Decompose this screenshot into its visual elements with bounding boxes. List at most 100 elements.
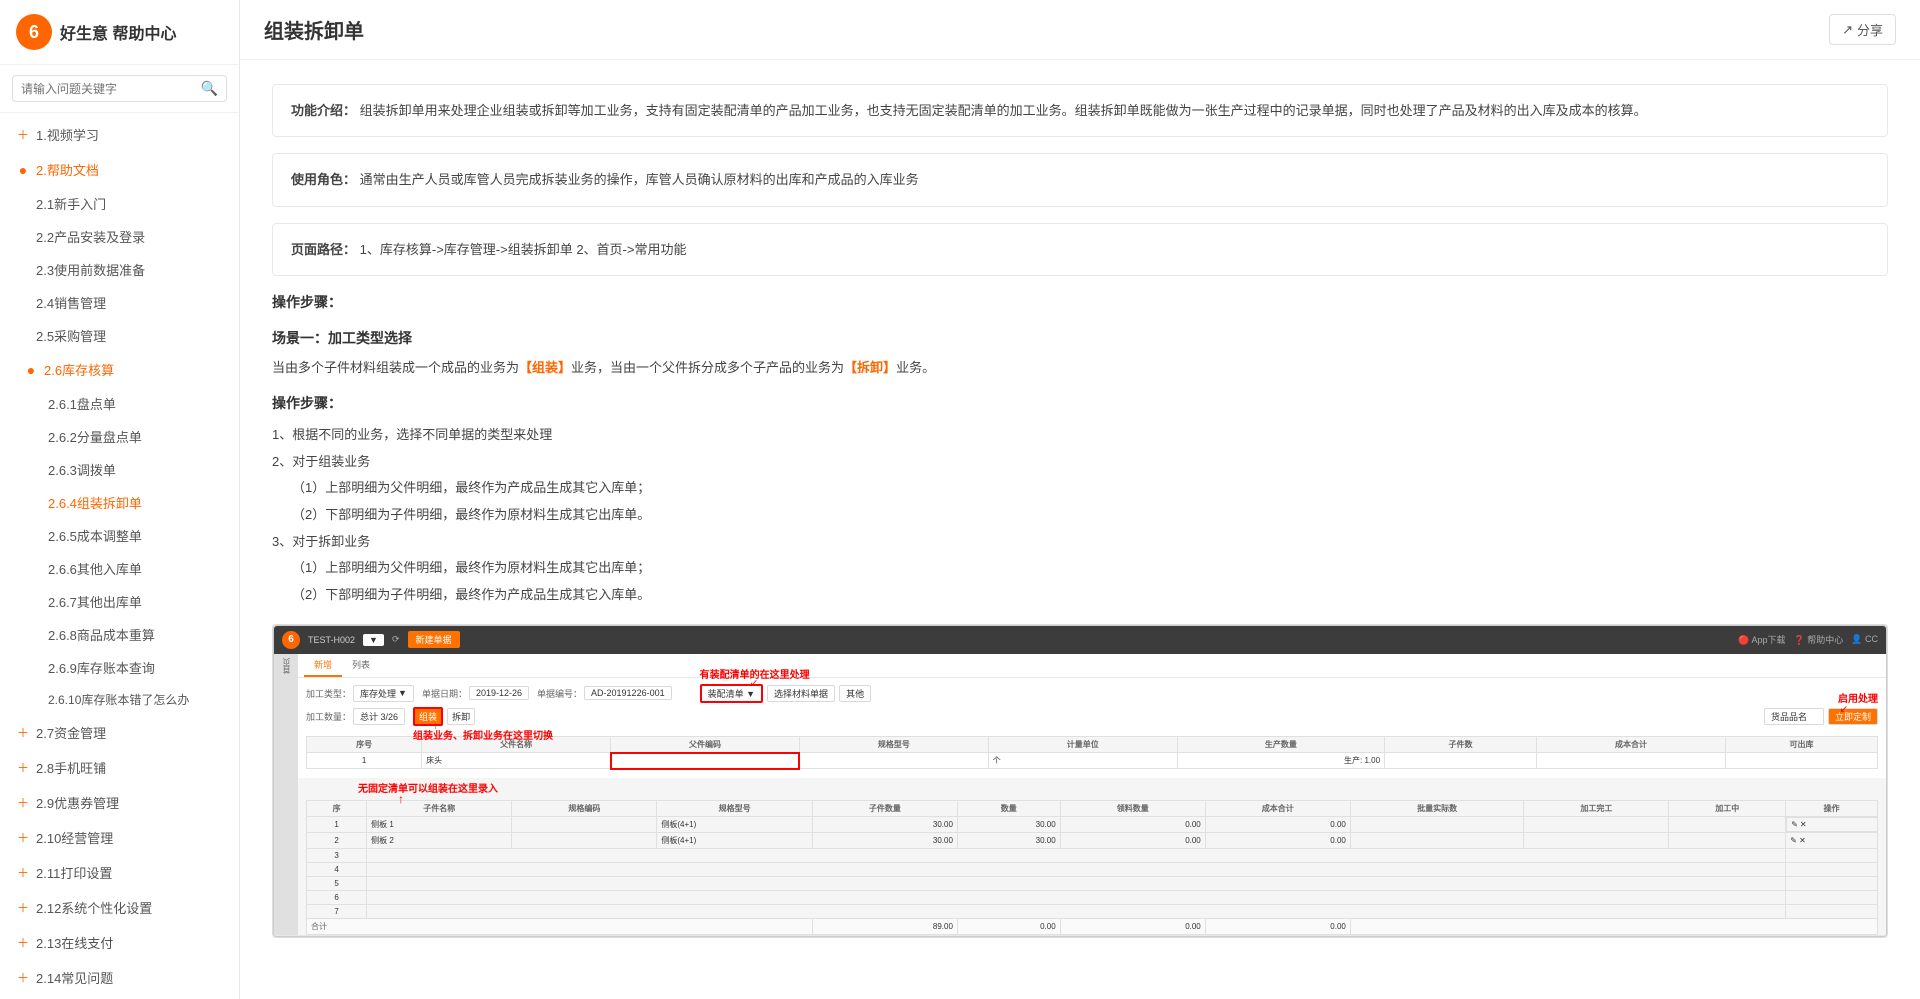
mock-lower-table: 序 子件名称 规格编码 规格型号 子件数量 数量 领料数量 成本合计 批量实际数	[306, 800, 1878, 935]
mock-date-value[interactable]: 2019-12-26	[469, 686, 529, 700]
sidebar-item-custom[interactable]: ＋ 2.12系统个性化设置	[0, 890, 239, 925]
sidebar-item-inventory[interactable]: ● 2.6库存核算	[0, 352, 239, 387]
steps-list: 1、根据不同的业务，选择不同单据的类型来处理 2、对于组装业务 （1）上部明细为…	[272, 423, 1888, 608]
mock-td-out1	[1725, 753, 1877, 769]
plus-icon-finance: ＋	[16, 726, 30, 740]
mock-ltd-cost1: 0.00	[1205, 816, 1350, 832]
nav-label-sales: 2.4销售管理	[36, 293, 106, 312]
mock-lth-pickqty: 领料数量	[1060, 800, 1205, 816]
mock-ltd-name1: 侧板 1	[367, 816, 512, 832]
sidebar-item-data[interactable]: 2.3使用前数据准备	[0, 253, 239, 286]
mock-date-label: 单据日期：	[422, 687, 467, 700]
mock-th-unit1: 计量单位	[988, 736, 1177, 753]
scenario1-desc: 当由多个子件材料组装成一个成品的业务为【组装】业务，当由一个父件拆分成多个子产品…	[272, 356, 1888, 381]
mock-field-num: 加工数量： 总计 3/26	[306, 708, 405, 725]
main-area: 组装拆卸单 ↗ 分享 功能介绍： 组装拆卸单用来处理企业组装或拆卸等加工业务，支…	[240, 0, 1920, 999]
mock-tab-list[interactable]: 列表	[342, 654, 380, 677]
mock-footer-val3: 0.00	[1060, 918, 1205, 934]
mock-tab-content: 新增 列表 加工类型： 库存处理▼	[298, 654, 1886, 935]
mock-choose-btn[interactable]: 选择材料单据	[767, 685, 835, 702]
mock-apps-icon: 🔴 App下载	[1738, 633, 1785, 646]
mock-ltd-spec2: 侧板(4+1)	[657, 832, 812, 848]
mock-th-out1: 可出库	[1725, 736, 1877, 753]
share-label: 分享	[1857, 20, 1883, 39]
plus-icon-faq: ＋	[16, 971, 30, 985]
minus-icon: ●	[16, 163, 30, 177]
sidebar-item-cases[interactable]: ＋ 2.15操作案例	[0, 995, 239, 999]
sidebar-item-video[interactable]: ＋ 1.视频学习	[0, 117, 239, 152]
mock-th-sub1: 子件数	[1385, 736, 1537, 753]
mock-footer-val2: 0.00	[957, 918, 1060, 934]
mock-edit-icon2[interactable]: ✎	[1790, 836, 1797, 845]
role-block: 使用角色： 通常由生产人员或库管人员完成拆装业务的操作，库管人员确认原材料的出库…	[272, 153, 1888, 206]
sidebar-item-coupon[interactable]: ＋ 2.9优惠券管理	[0, 785, 239, 820]
mock-other-btn[interactable]: 其他	[839, 685, 871, 702]
mock-help-icon: ❓ 帮助中心	[1794, 633, 1844, 646]
step3-sub: （1）上部明细为父件明细，最终作为原材料生成其它出库单； （2）下部明细为子件明…	[292, 556, 1888, 607]
share-button[interactable]: ↗ 分享	[1829, 14, 1896, 45]
mock-type-label: 加工类型：	[306, 687, 351, 700]
sidebar-item-inbound[interactable]: 2.6.6其他入库单	[0, 552, 239, 585]
mock-num-input[interactable]: 总计 3/26	[353, 708, 405, 725]
sidebar-item-stockquery[interactable]: 2.6.9库存账本查询	[0, 651, 239, 684]
mock-assembly-tab[interactable]: 组装	[413, 707, 443, 726]
mock-newdoc-btn[interactable]: 新建单据	[408, 631, 460, 648]
mock-th-qty1: 生产数量	[1177, 736, 1384, 753]
nav-label-mobile: 2.8手机旺铺	[36, 758, 106, 777]
mock-disassembly-tab[interactable]: 拆卸	[447, 708, 475, 725]
mock-selector-box[interactable]: ▼	[363, 634, 384, 646]
search-input[interactable]	[21, 82, 201, 96]
sidebar-item-docs[interactable]: ● 2.帮助文档	[0, 152, 239, 187]
mock-ltd-ops5	[1786, 876, 1878, 890]
mock-type-select[interactable]: 库存处理▼	[353, 685, 414, 702]
mock-refresh-icon[interactable]: ⟳	[392, 634, 400, 645]
mock-tab-new[interactable]: 新增	[304, 654, 342, 677]
step3-2: （2）下部明细为子件明细，最终作为产成品生成其它入库单。	[292, 583, 1888, 608]
sidebar-item-newbie[interactable]: 2.1新手入门	[0, 187, 239, 220]
nav-label-purchase: 2.5采购管理	[36, 326, 106, 345]
mock-lower-row5: 5	[307, 876, 1878, 890]
sidebar-item-partial[interactable]: 2.6.2分量盘点单	[0, 420, 239, 453]
mock-assembly-arrow: ▼	[746, 689, 755, 699]
sidebar-item-faq[interactable]: ＋ 2.14常见问题	[0, 960, 239, 995]
mock-td-seq1: 1	[307, 753, 422, 769]
mock-no-value[interactable]: AD-20191226-001	[584, 686, 672, 700]
mock-left-sidebar: 首页	[274, 654, 298, 935]
mock-edit-icon1[interactable]: ✎	[1791, 820, 1798, 829]
search-box[interactable]: 🔍	[12, 75, 227, 102]
mock-confirm-btn[interactable]: 立即定制	[1828, 708, 1878, 725]
mock-del-icon1[interactable]: ✕	[1800, 820, 1807, 829]
sidebar-item-costrecalc[interactable]: 2.6.8商品成本重算	[0, 618, 239, 651]
sidebar-item-print[interactable]: ＋ 2.11打印设置	[0, 855, 239, 890]
sidebar-item-purchase[interactable]: 2.5采购管理	[0, 319, 239, 352]
mock-lth-spec: 规格型号	[657, 800, 812, 816]
plus-icon-coupon: ＋	[16, 796, 30, 810]
sidebar-item-sales[interactable]: 2.4销售管理	[0, 286, 239, 319]
sidebar-item-mobile[interactable]: ＋ 2.8手机旺铺	[0, 750, 239, 785]
plus-icon-mobile: ＋	[16, 761, 30, 775]
logo-area: 6 好生意 帮助中心	[0, 0, 239, 65]
sidebar-item-stocktake[interactable]: 2.6.1盘点单	[0, 387, 239, 420]
function-intro-block: 功能介绍： 组装拆卸单用来处理企业组装或拆卸等加工业务，支持有固定装配清单的产品…	[272, 84, 1888, 137]
sidebar-item-outbound[interactable]: 2.6.7其他出库单	[0, 585, 239, 618]
mock-del-icon2[interactable]: ✕	[1799, 836, 1806, 845]
sidebar-item-adjust[interactable]: 2.6.3调拨单	[0, 453, 239, 486]
sidebar-item-mgmt[interactable]: ＋ 2.10经营管理	[0, 820, 239, 855]
search-icon[interactable]: 🔍	[201, 80, 218, 97]
steps-label: 操作步骤：	[272, 292, 1888, 312]
sidebar-item-install[interactable]: 2.2产品安装及登录	[0, 220, 239, 253]
mock-enable-input[interactable]: 货品品名	[1764, 708, 1824, 725]
scenario1-label: 场景一：加工类型选择	[272, 328, 1888, 348]
minus-icon-inventory: ●	[24, 363, 38, 377]
mock-lth-subqty: 子件数量	[812, 800, 957, 816]
mock-lth-code: 规格编码	[512, 800, 657, 816]
sidebar-item-finance[interactable]: ＋ 2.7资金管理	[0, 715, 239, 750]
sidebar-item-costadj[interactable]: 2.6.5成本调整单	[0, 519, 239, 552]
mock-lower-row7: 7	[307, 904, 1878, 918]
mock-ltd-qty2: 30.00	[957, 832, 1060, 848]
mock-lower-row1: 1 侧板 1 侧板(4+1) 30.00 30.00 0.00 0.00	[307, 816, 1878, 832]
mock-td-name1: 床头	[422, 753, 611, 769]
sidebar-item-assembly[interactable]: 2.6.4组装拆卸单	[0, 486, 239, 519]
sidebar-item-payment[interactable]: ＋ 2.13在线支付	[0, 925, 239, 960]
sidebar-item-stockerror[interactable]: 2.6.10库存账本错了怎么办	[0, 684, 239, 715]
